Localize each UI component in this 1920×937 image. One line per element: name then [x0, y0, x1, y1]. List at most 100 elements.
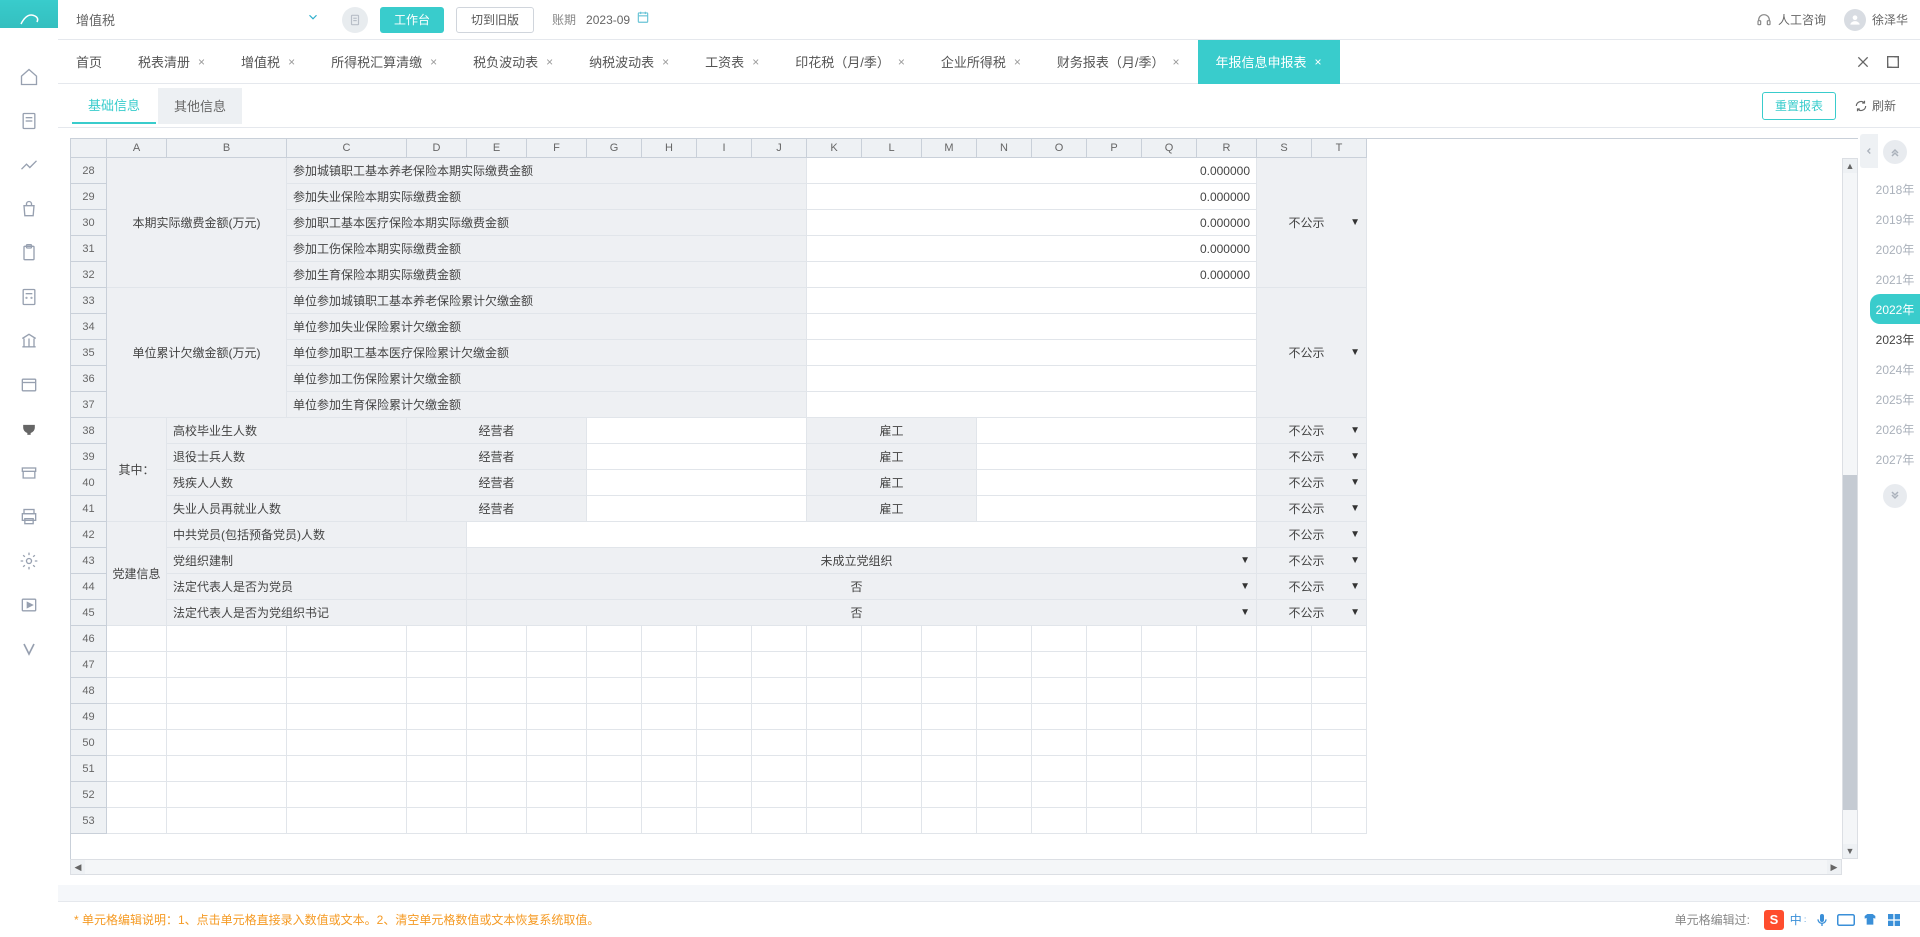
column-header[interactable]: N — [977, 139, 1032, 158]
empty-cell[interactable] — [642, 652, 697, 678]
empty-cell[interactable] — [807, 730, 862, 756]
empty-cell[interactable] — [107, 730, 167, 756]
row-header[interactable]: 38 — [71, 418, 107, 444]
empty-cell[interactable] — [407, 808, 467, 834]
value-cell[interactable] — [807, 392, 1257, 418]
value-cell[interactable]: 0.000000 — [807, 236, 1257, 262]
empty-cell[interactable] — [467, 756, 527, 782]
empty-cell[interactable] — [1257, 782, 1312, 808]
row-header[interactable]: 46 — [71, 626, 107, 652]
scroll-down-icon[interactable]: ▼ — [1843, 844, 1857, 858]
empty-cell[interactable] — [697, 808, 752, 834]
vat-dropdown[interactable]: 增值税 — [70, 10, 330, 29]
empty-cell[interactable] — [1087, 756, 1142, 782]
empty-cell[interactable] — [752, 704, 807, 730]
empty-cell[interactable] — [697, 678, 752, 704]
tab-close-icon[interactable] — [1848, 47, 1878, 77]
tab-close-x-icon[interactable]: × — [1315, 55, 1322, 69]
value-cell[interactable] — [467, 522, 1257, 548]
empty-cell[interactable] — [107, 808, 167, 834]
empty-cell[interactable] — [407, 652, 467, 678]
empty-cell[interactable] — [467, 704, 527, 730]
empty-cell[interactable] — [587, 704, 642, 730]
column-header[interactable]: J — [752, 139, 807, 158]
column-header[interactable]: L — [862, 139, 922, 158]
empty-cell[interactable] — [1312, 730, 1367, 756]
reset-report-button[interactable]: 重置报表 — [1762, 92, 1836, 120]
nav-window-icon[interactable] — [0, 363, 58, 407]
empty-cell[interactable] — [862, 808, 922, 834]
row-header[interactable]: 40 — [71, 470, 107, 496]
column-header[interactable]: H — [642, 139, 697, 158]
empty-cell[interactable] — [527, 704, 587, 730]
tab-expand-icon[interactable] — [1878, 47, 1908, 77]
empty-cell[interactable] — [1032, 808, 1087, 834]
nav-v-icon[interactable] — [0, 627, 58, 671]
empty-cell[interactable] — [697, 756, 752, 782]
tab-item[interactable]: 税表清册× — [120, 40, 223, 84]
empty-cell[interactable] — [1087, 652, 1142, 678]
vscroll-thumb[interactable] — [1843, 475, 1857, 811]
empty-cell[interactable] — [587, 652, 642, 678]
year-item[interactable]: 2024年 — [1870, 354, 1920, 384]
empty-cell[interactable] — [807, 678, 862, 704]
empty-cell[interactable] — [107, 678, 167, 704]
sogou-ime-icon[interactable]: S — [1764, 910, 1784, 930]
row-header[interactable]: 34 — [71, 314, 107, 340]
empty-cell[interactable] — [862, 652, 922, 678]
empty-cell[interactable] — [167, 808, 287, 834]
empty-cell[interactable] — [1032, 756, 1087, 782]
empty-cell[interactable] — [977, 704, 1032, 730]
tab-item[interactable]: 税负波动表× — [455, 40, 571, 84]
empty-cell[interactable] — [752, 652, 807, 678]
column-header[interactable]: K — [807, 139, 862, 158]
empty-cell[interactable] — [1257, 756, 1312, 782]
empty-cell[interactable] — [1142, 652, 1197, 678]
nav-print-icon[interactable] — [0, 495, 58, 539]
year-item[interactable]: 2023年 — [1870, 324, 1920, 354]
empty-cell[interactable] — [1197, 782, 1257, 808]
empty-cell[interactable] — [922, 652, 977, 678]
column-header[interactable]: T — [1312, 139, 1367, 158]
empty-cell[interactable] — [1197, 704, 1257, 730]
value-cell[interactable] — [807, 288, 1257, 314]
row-header[interactable]: 42 — [71, 522, 107, 548]
empty-cell[interactable] — [167, 704, 287, 730]
column-header[interactable]: A — [107, 139, 167, 158]
empty-cell[interactable] — [587, 626, 642, 652]
year-item[interactable]: 2022年 — [1870, 294, 1920, 324]
tab-item[interactable]: 年报信息申报表× — [1198, 40, 1340, 84]
empty-cell[interactable] — [807, 626, 862, 652]
tab-close-x-icon[interactable]: × — [1014, 55, 1021, 69]
empty-cell[interactable] — [1142, 626, 1197, 652]
value-cell[interactable]: 0.000000 — [807, 210, 1257, 236]
horizontal-scrollbar[interactable]: ◀ ▶ — [70, 859, 1842, 875]
empty-cell[interactable] — [527, 782, 587, 808]
tab-close-x-icon[interactable]: × — [546, 55, 553, 69]
nav-bag-icon[interactable] — [0, 187, 58, 231]
empty-cell[interactable] — [1087, 782, 1142, 808]
row-header[interactable]: 32 — [71, 262, 107, 288]
row-header[interactable]: 48 — [71, 678, 107, 704]
empty-cell[interactable] — [977, 678, 1032, 704]
nav-archive-icon[interactable] — [0, 451, 58, 495]
column-header[interactable]: S — [1257, 139, 1312, 158]
tab-close-x-icon[interactable]: × — [430, 55, 437, 69]
tab-item[interactable]: 增值税× — [223, 40, 313, 84]
empty-cell[interactable] — [167, 756, 287, 782]
subtab-basic[interactable]: 基础信息 — [72, 88, 156, 124]
column-header[interactable]: B — [167, 139, 287, 158]
empty-cell[interactable] — [587, 808, 642, 834]
visibility-dropdown-cell[interactable]: 不公示▼ — [1257, 522, 1367, 548]
nav-play-icon[interactable] — [0, 583, 58, 627]
empty-cell[interactable] — [1257, 678, 1312, 704]
row-header[interactable]: 53 — [71, 808, 107, 834]
empty-cell[interactable] — [527, 626, 587, 652]
empty-cell[interactable] — [1087, 808, 1142, 834]
empty-cell[interactable] — [1032, 652, 1087, 678]
scroll-up-icon[interactable]: ▲ — [1843, 159, 1857, 173]
empty-cell[interactable] — [922, 808, 977, 834]
empty-cell[interactable] — [407, 756, 467, 782]
empty-cell[interactable] — [1197, 730, 1257, 756]
tab-close-x-icon[interactable]: × — [198, 55, 205, 69]
